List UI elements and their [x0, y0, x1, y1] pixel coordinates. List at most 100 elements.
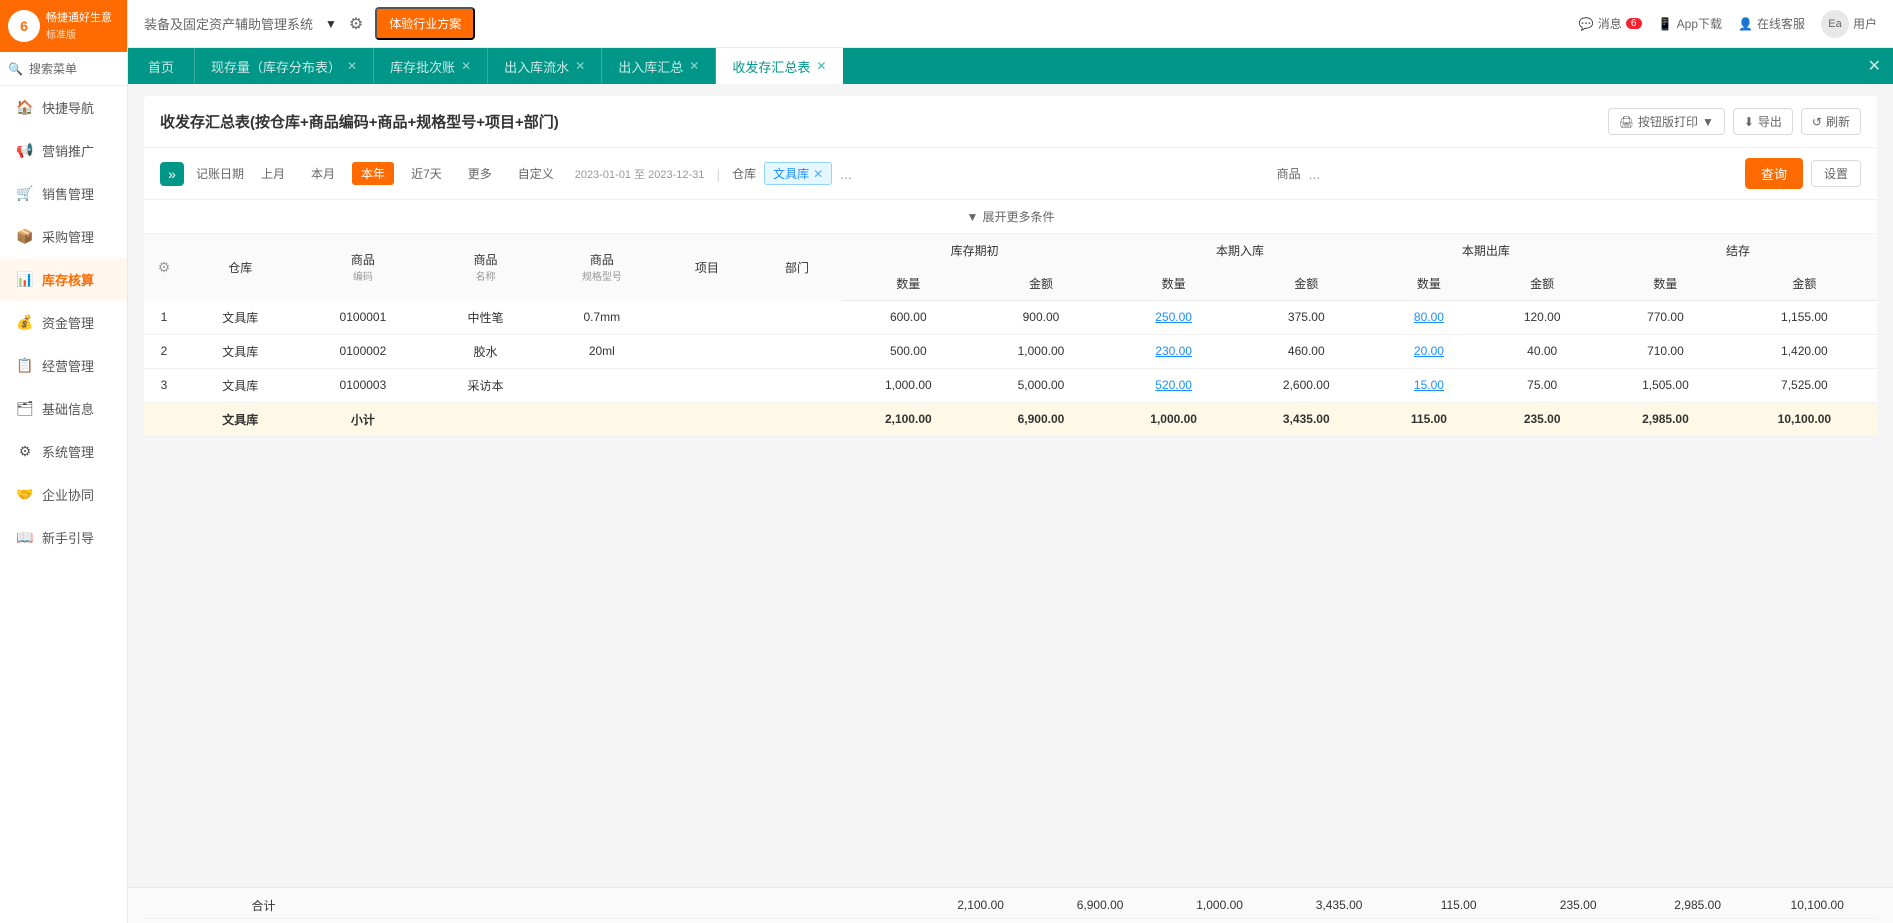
col-header-code: 商品编码: [297, 234, 430, 301]
row-open-qty: 500.00: [842, 334, 975, 368]
date-range: 2023-01-01 至 2023-12-31: [575, 166, 705, 182]
date-btn-7days[interactable]: 近7天: [402, 162, 451, 185]
sidebar-item-inventory[interactable]: 📊 库存核算: [0, 258, 127, 301]
sidebar-item-finance[interactable]: 💰 资金管理: [0, 301, 127, 344]
warehouse-tag-close[interactable]: ✕: [813, 167, 823, 181]
tab-close-icon[interactable]: ✕: [347, 59, 357, 73]
notification-btn[interactable]: 💬 消息 6: [1579, 15, 1642, 32]
tab-close-icon[interactable]: ✕: [689, 59, 699, 73]
tabbar-close-btn[interactable]: ✕: [1856, 56, 1893, 76]
warehouse-more[interactable]: ...: [840, 166, 852, 182]
tab-out-summary[interactable]: 出入库汇总 ✕: [602, 48, 716, 84]
sidebar-item-purchase[interactable]: 📦 采购管理: [0, 215, 127, 258]
product-more[interactable]: ...: [1309, 166, 1321, 182]
row-open-qty: 1,000.00: [842, 368, 975, 402]
in-qty-link[interactable]: 230.00: [1155, 344, 1192, 358]
filter-collapse-btn[interactable]: »: [160, 162, 184, 186]
product-label: 商品: [1277, 165, 1301, 182]
product-filter: 商品 ...: [1277, 165, 1321, 182]
app-logo-icon: 6: [8, 10, 40, 42]
tab-stock-dist[interactable]: 现存量（库存分布表） ✕: [195, 48, 374, 84]
app-download-btn[interactable]: 📱 App下载: [1658, 15, 1722, 32]
tab-close-icon[interactable]: ✕: [816, 59, 826, 73]
refresh-icon: ↺: [1812, 115, 1822, 129]
row-out-qty[interactable]: 80.00: [1373, 301, 1486, 335]
row-in-qty[interactable]: 520.00: [1107, 368, 1240, 402]
sidebar-item-label: 系统管理: [42, 442, 94, 461]
refresh-btn[interactable]: ↺ 刷新: [1801, 108, 1861, 135]
service-icon: 👤: [1738, 17, 1753, 31]
row-in-qty[interactable]: 230.00: [1107, 334, 1240, 368]
row-in-qty[interactable]: 250.00: [1107, 301, 1240, 335]
sidebar-item-label: 资金管理: [42, 313, 94, 332]
col-group-in: 本期入库: [1107, 234, 1372, 267]
system-dropdown[interactable]: ▼: [325, 17, 337, 31]
search-menu[interactable]: 🔍 搜索菜单: [0, 52, 127, 86]
tab-receipt-summary[interactable]: 收发存汇总表 ✕: [716, 48, 843, 84]
in-qty-link[interactable]: 250.00: [1155, 310, 1192, 324]
setting-btn[interactable]: 设置: [1811, 160, 1861, 187]
tab-close-icon[interactable]: ✕: [461, 59, 471, 73]
row-project: [662, 334, 752, 368]
row-name: [429, 402, 542, 436]
row-close-qty: 770.00: [1599, 301, 1732, 335]
row-project: [662, 301, 752, 335]
sidebar: 6 畅捷通好生意 标准版 🔍 搜索菜单 🏠 快捷导航 📢 营销推广 🛒 销售管理…: [0, 0, 128, 923]
date-btn-this-month[interactable]: 本月: [302, 162, 344, 185]
tab-close-icon[interactable]: ✕: [575, 59, 585, 73]
sidebar-item-sales[interactable]: 🛒 销售管理: [0, 172, 127, 215]
user-btn[interactable]: Ea 用户: [1821, 10, 1877, 38]
expand-more-btn[interactable]: ▼ 展开更多条件: [967, 208, 1055, 225]
sidebar-item-basic-info[interactable]: 🗂 基础信息: [0, 387, 127, 430]
sidebar-item-enterprise[interactable]: 🤝 企业协同: [0, 473, 127, 516]
experience-btn[interactable]: 体验行业方案: [375, 7, 475, 40]
row-spec: [542, 402, 662, 436]
table-settings-header: ⚙: [144, 234, 184, 301]
sidebar-item-quick[interactable]: 🏠 快捷导航: [0, 86, 127, 129]
sidebar-item-label: 采购管理: [42, 227, 94, 246]
in-qty-link: 1,000.00: [1150, 412, 1197, 426]
row-out-qty[interactable]: 15.00: [1373, 368, 1486, 402]
sidebar-item-system[interactable]: ⚙ 系统管理: [0, 430, 127, 473]
tab-home[interactable]: 首页: [128, 48, 195, 84]
date-btn-last-month[interactable]: 上月: [252, 162, 294, 185]
date-btn-more[interactable]: 更多: [459, 162, 501, 185]
basic-info-icon: 🗂: [16, 400, 34, 417]
row-close-amt: 1,420.00: [1732, 334, 1877, 368]
purchase-icon: 📦: [16, 228, 34, 245]
col-group-opening: 库存期初: [842, 234, 1107, 267]
out-qty-link[interactable]: 15.00: [1414, 378, 1444, 392]
warehouse-filter: 仓库 文具库 ✕ ...: [732, 162, 852, 185]
export-btn[interactable]: ⬇ 导出: [1733, 108, 1793, 135]
inventory-icon: 📊: [16, 271, 34, 288]
col-in-amt: 金额: [1240, 267, 1373, 301]
out-qty-link[interactable]: 20.00: [1414, 344, 1444, 358]
tab-flow[interactable]: 出入库流水 ✕: [488, 48, 602, 84]
sidebar-item-operations[interactable]: 📋 经营管理: [0, 344, 127, 387]
row-out-amt: 120.00: [1485, 301, 1599, 335]
footer-close-qty: 2,985.00: [1638, 893, 1758, 919]
warehouse-tag[interactable]: 文具库 ✕: [764, 162, 832, 185]
date-btn-custom[interactable]: 自定义: [509, 162, 563, 185]
print-btn[interactable]: 🖨 按钮版打印 ▼: [1608, 108, 1725, 135]
date-btn-this-year[interactable]: 本年: [352, 162, 394, 185]
bottom-total-bar: 合计 2,100.00 6,900.00 1,000.00 3,435.00 1…: [128, 887, 1893, 923]
in-qty-link[interactable]: 520.00: [1155, 378, 1192, 392]
online-service-btn[interactable]: 👤 在线客服: [1738, 15, 1805, 32]
row-out-qty[interactable]: 20.00: [1373, 334, 1486, 368]
sidebar-item-newbie[interactable]: 📖 新手引导: [0, 516, 127, 559]
date-label: 记账日期: [196, 165, 244, 182]
table-settings-icon[interactable]: ⚙: [158, 259, 171, 275]
row-close-amt: 7,525.00: [1732, 368, 1877, 402]
tab-batch[interactable]: 库存批次账 ✕: [374, 48, 488, 84]
row-dept: [752, 301, 842, 335]
table-row: 1 文具库 0100001 中性笔 0.7mm 600.00 900.00 25…: [144, 301, 1877, 335]
out-qty-link[interactable]: 80.00: [1414, 310, 1444, 324]
row-open-amt: 6,900.00: [975, 402, 1108, 436]
row-close-amt: 1,155.00: [1732, 301, 1877, 335]
query-btn[interactable]: 查询: [1745, 158, 1803, 189]
sidebar-item-marketing[interactable]: 📢 营销推广: [0, 129, 127, 172]
sidebar-item-label: 销售管理: [42, 184, 94, 203]
topbar-gear-icon[interactable]: ⚙: [349, 14, 363, 34]
row-in-amt: 2,600.00: [1240, 368, 1373, 402]
